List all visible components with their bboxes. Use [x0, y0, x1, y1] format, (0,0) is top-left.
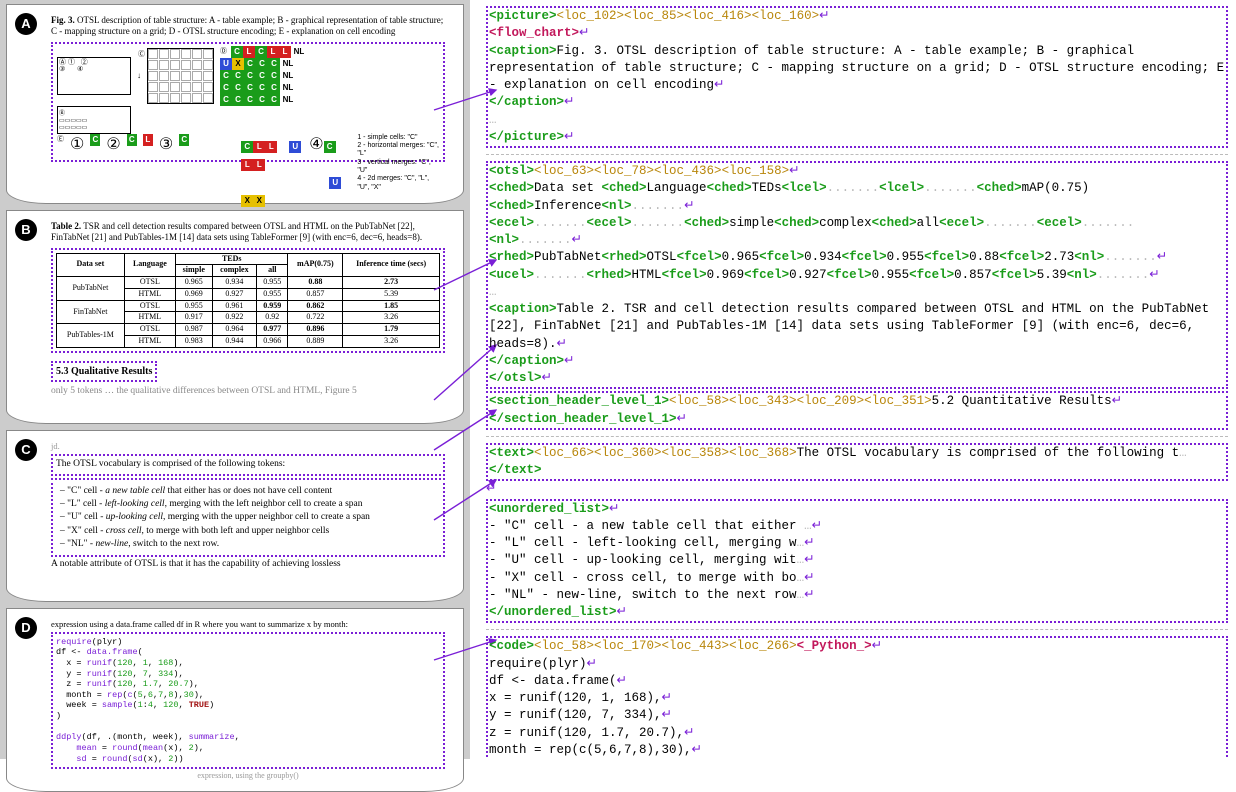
otsl-token-grid-D: Ⓓ CLCLLNL UXCCCNL CCCCCNL CCCCCNL CCCCCN…	[220, 46, 307, 106]
code-block-left: require(plyr) df <- data.frame( x = runi…	[51, 632, 445, 770]
text-and-list-block: <text><loc_66><loc_360><loc_358><loc_368…	[486, 443, 1228, 624]
code-block: <code><loc_58><loc_170><loc_443><loc_266…	[486, 636, 1228, 759]
code-lead: expression using a data.frame called df …	[51, 619, 445, 630]
right-serialized-output: <picture><loc_102><loc_85><loc_416><loc_…	[470, 0, 1236, 759]
fig3-legend: 1 - simple cells: "C"2 - horizontal merg…	[357, 134, 439, 193]
table2-data: Data setLanguageTEDsmAP(0.75)Inference t…	[56, 253, 440, 348]
otsl-block: <otsl><loc_63><loc_78><loc_436><loc_158>…	[486, 161, 1228, 430]
badge-B: B	[15, 219, 37, 241]
otsl-lead: The OTSL vocabulary is comprised of the …	[51, 454, 445, 476]
fig3-caption: Fig. 3. OTSL description of table struct…	[51, 15, 445, 38]
table2-caption: Table 2. TSR and cell detection results …	[51, 221, 445, 244]
badge-A: A	[15, 13, 37, 35]
section-header-block: <section_header_level_1><loc_58><loc_343…	[486, 391, 1228, 430]
badge-C: C	[15, 439, 37, 461]
left-document-stack: A Fig. 3. OTSL description of table stru…	[0, 0, 470, 759]
badge-D: D	[15, 617, 37, 639]
otsl-token-list: "C" cell - a new table cell that either …	[51, 478, 445, 558]
sheet-B: B Table 2. TSR and cell detection result…	[6, 210, 464, 424]
table2: Data setLanguageTEDsmAP(0.75)Inference t…	[51, 248, 445, 353]
fig3-image: Ⓐ ① ②③ ④ ↓ Ⓒ Ⓓ CLCLLNL UXCCCNL CCCCCNL C…	[51, 42, 445, 162]
sheet-A: A Fig. 3. OTSL description of table stru…	[6, 4, 464, 204]
sheet-D: D expression using a data.frame called d…	[6, 608, 464, 792]
section-5-3-header: 5.3 Qualitative Results	[51, 361, 157, 382]
sheet-B-trail: only 5 tokens … the qualitative differen…	[51, 386, 445, 398]
sheet-C-trail: A notable attribute of OTSL is that it h…	[51, 559, 445, 571]
sheet-C: C jd. The OTSL vocabulary is comprised o…	[6, 430, 464, 602]
picture-block: <picture><loc_102><loc_85><loc_416><loc_…	[486, 6, 1228, 148]
